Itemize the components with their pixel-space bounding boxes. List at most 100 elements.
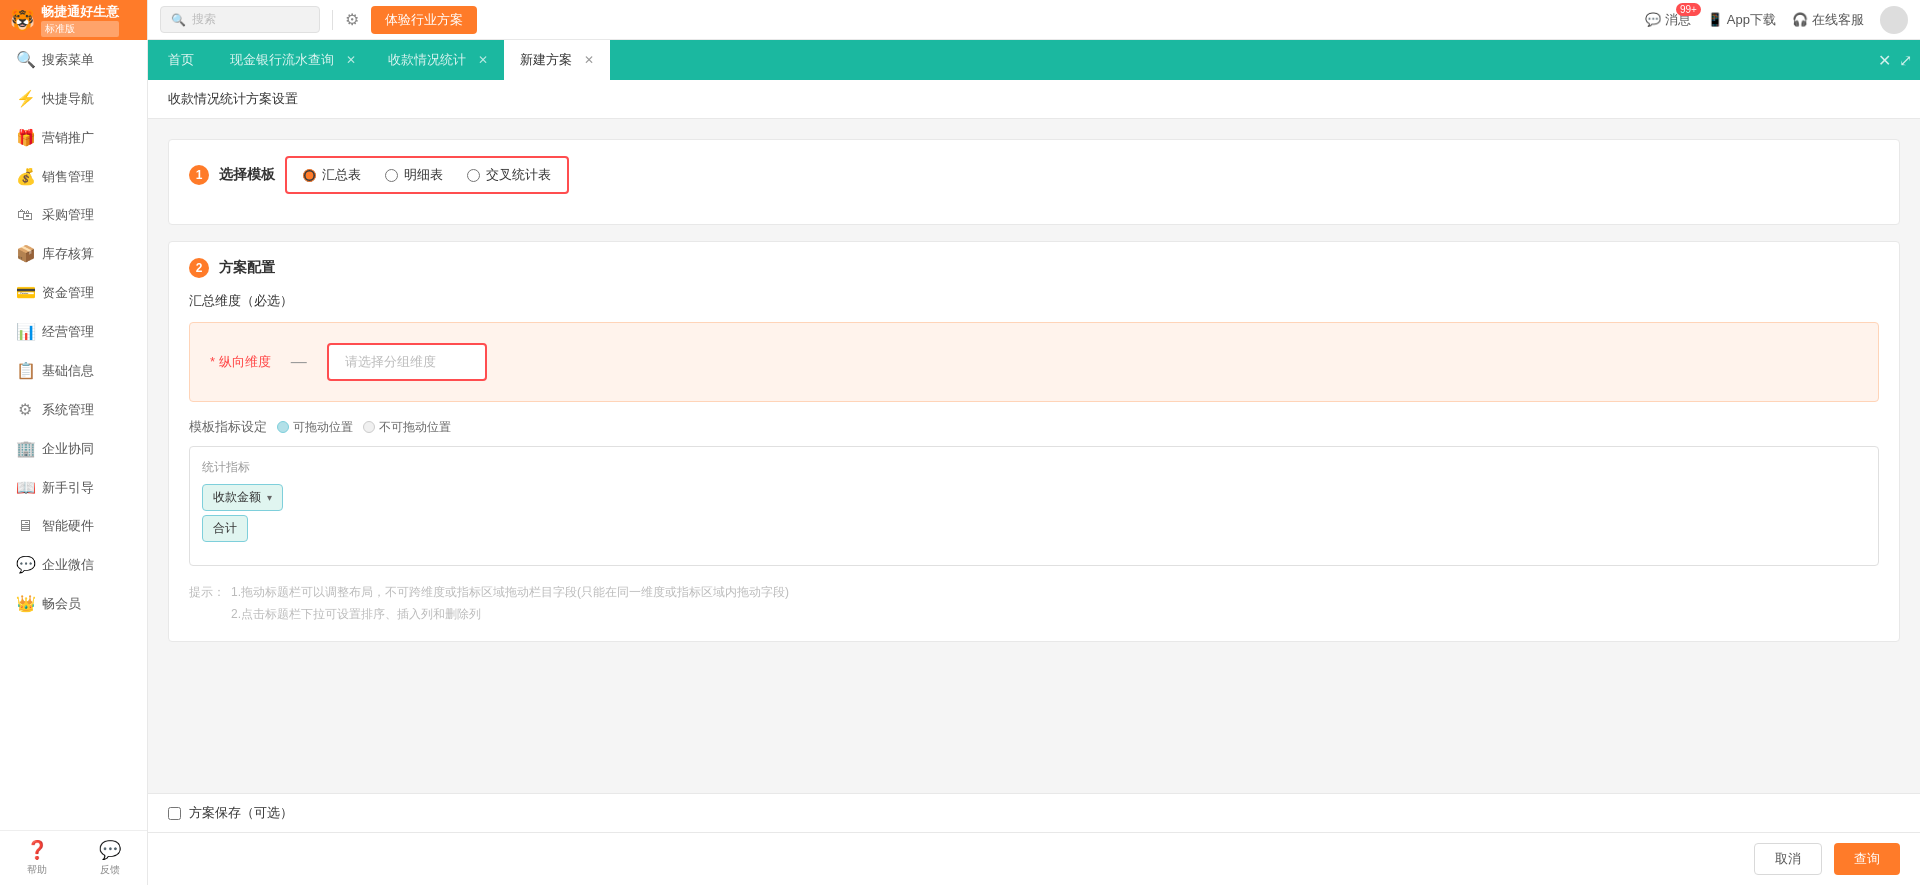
tab-home[interactable]: 首页 [148,40,214,80]
metric-sub-1[interactable]: 合计 [202,515,248,542]
sidebar-item-purchase[interactable]: 🛍 采购管理 [0,196,147,234]
finance-icon: 💳 [16,283,34,302]
dimension-area: * 纵向维度 — 请选择分组维度 [189,322,1879,402]
step2-section: 2 方案配置 汇总维度（必选） * 纵向维度 — 请选择分组维度 模板指标设定 [168,241,1900,642]
sidebar-item-basic[interactable]: 📋 基础信息 [0,351,147,390]
radio-detail[interactable] [385,169,398,182]
sidebar-item-label-sales: 销售管理 [42,168,94,186]
template-cross[interactable]: 交叉统计表 [467,166,551,184]
close-window-icon[interactable]: ✕ [1878,51,1891,70]
notifications-item[interactable]: 💬 消息 99+ [1645,11,1691,29]
chevron-down-icon: ▾ [267,492,272,503]
sidebar-item-finance[interactable]: 💳 资金管理 [0,273,147,312]
tab-cashflow-close[interactable]: ✕ [346,53,356,67]
sidebar-item-label-wechat: 企业微信 [42,556,94,574]
sidebar-item-label-quick_nav: 快捷导航 [42,90,94,108]
sidebar-item-marketing[interactable]: 🎁 营销推广 [0,118,147,157]
topbar-right: 💬 消息 99+ 📱 App下载 🎧 在线客服 [1645,6,1908,34]
sidebar-item-quick_nav[interactable]: ⚡ 快捷导航 [0,79,147,118]
settings-icon[interactable]: ⚙ [345,10,359,29]
search-placeholder: 搜索 [192,11,216,28]
guide-icon: 📖 [16,478,34,497]
sidebar-item-inventory[interactable]: 📦 库存核算 [0,234,147,273]
user-avatar[interactable] [1880,6,1908,34]
inventory-icon: 📦 [16,244,34,263]
tip-1: 提示： 1.拖动标题栏可以调整布局，不可跨维度或指标区域拖动栏目字段(只能在同一… [189,582,1879,604]
sidebar-item-label-finance: 资金管理 [42,284,94,302]
dimension-row: * 纵向维度 — 请选择分组维度 [210,343,487,381]
online-support-item[interactable]: 🎧 在线客服 [1792,11,1864,29]
sidebar-item-sales[interactable]: 💰 销售管理 [0,157,147,196]
sidebar-item-label-marketing: 营销推广 [42,129,94,147]
tab-collection-close[interactable]: ✕ [478,53,488,67]
sidebar-item-label-inventory: 库存核算 [42,245,94,263]
main-area: 🔍 搜索 ⚙ 体验行业方案 💬 消息 99+ 📱 App下载 🎧 在线客服 [148,0,1920,885]
metrics-toggle-nondraggable: 不可拖动位置 [363,419,451,436]
radio-cross[interactable] [467,169,480,182]
step2-header: 2 方案配置 [189,258,1879,278]
dimension-selector[interactable]: 请选择分组维度 [327,343,487,381]
sidebar-item-label-basic: 基础信息 [42,362,94,380]
enterprise-icon: 🏢 [16,439,34,458]
template-detail-label: 明细表 [404,166,443,184]
metrics-title: 模板指标设定 [189,418,267,436]
tab-collection-label: 收款情况统计 [388,51,466,69]
arrow-icon: — [291,353,307,371]
metrics-toggle-draggable: 可拖动位置 [277,419,353,436]
sidebar-item-system[interactable]: ⚙ 系统管理 [0,390,147,429]
tab-new-plan-close[interactable]: ✕ [584,53,594,67]
message-icon: 💬 [1645,12,1661,27]
metrics-header: 模板指标设定 可拖动位置 不可拖动位置 [189,418,1879,436]
divider [332,10,333,30]
step2-title: 方案配置 [219,259,275,277]
metric-tag-1[interactable]: 收款金额 ▾ [202,484,283,511]
step1-section: 1 选择模板 汇总表 明细表 交叉统计表 [168,139,1900,225]
radio-summary[interactable] [303,169,316,182]
sidebar-item-label-guide: 新手引导 [42,479,94,497]
footer-bar: 取消 查询 [148,832,1920,885]
sidebar-item-label-operation: 经营管理 [42,323,94,341]
sidebar-item-wechat[interactable]: 💬 企业微信 [0,545,147,584]
save-checkbox[interactable] [168,807,181,820]
sidebar-item-guide[interactable]: 📖 新手引导 [0,468,147,507]
sidebar-bottom-help[interactable]: ❓ 帮助 [26,839,48,877]
sidebar-item-hardware[interactable]: 🖥 智能硬件 [0,507,147,545]
online-support-label: 在线客服 [1812,11,1864,29]
tab-new-plan[interactable]: 新建方案 ✕ [504,40,610,80]
sidebar-item-search[interactable]: 🔍 搜索菜单 [0,40,147,79]
sidebar-item-enterprise[interactable]: 🏢 企业协同 [0,429,147,468]
industry-solution-button[interactable]: 体验行业方案 [371,6,477,34]
content-header: 收款情况统计方案设置 [148,80,1920,119]
content-body: 1 选择模板 汇总表 明细表 交叉统计表 [148,119,1920,793]
tab-new-plan-label: 新建方案 [520,51,572,69]
cancel-button[interactable]: 取消 [1754,843,1822,875]
app-download-item[interactable]: 📱 App下载 [1707,11,1776,29]
wechat-icon: 💬 [16,555,34,574]
tip-2: 提示： 2.点击标题栏下拉可设置排序、插入列和删除列 [189,604,1879,626]
template-cross-label: 交叉统计表 [486,166,551,184]
save-label: 方案保存（可选） [189,804,293,822]
tip-text-2: 2.点击标题栏下拉可设置排序、插入列和删除列 [231,604,481,626]
template-detail[interactable]: 明细表 [385,166,443,184]
sidebar-item-label-system: 系统管理 [42,401,94,419]
expand-icon[interactable]: ⤢ [1899,51,1912,70]
tab-collection[interactable]: 收款情况统计 ✕ [372,40,504,80]
step1-header: 1 选择模板 汇总表 明细表 交叉统计表 [189,156,1879,194]
sidebar-logo: 🐯 畅捷通好生意 标准版 [0,0,147,40]
query-button[interactable]: 查询 [1834,843,1900,875]
system-icon: ⚙ [16,400,34,419]
sidebar-item-member[interactable]: 👑 畅会员 [0,584,147,623]
tab-cashflow[interactable]: 现金银行流水查询 ✕ [214,40,372,80]
save-option-bar: 方案保存（可选） [148,793,1920,832]
step1-number: 1 [189,165,209,185]
sidebar-bottom-feedback[interactable]: 💬 反馈 [99,839,121,877]
draggable-dot [277,421,289,433]
sidebar-item-label-enterprise: 企业协同 [42,440,94,458]
search-icon: 🔍 [16,50,34,69]
template-options: 汇总表 明细表 交叉统计表 [285,156,569,194]
logo-name: 畅捷通好生意 [41,3,119,21]
template-summary[interactable]: 汇总表 [303,166,361,184]
template-summary-label: 汇总表 [322,166,361,184]
dimension-title: 汇总维度（必选） [189,292,1879,310]
sidebar-item-operation[interactable]: 📊 经营管理 [0,312,147,351]
